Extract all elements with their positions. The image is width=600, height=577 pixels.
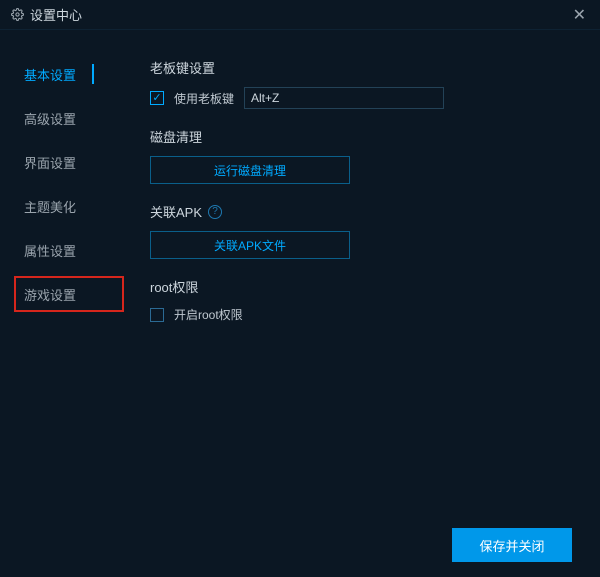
save-close-button[interactable]: 保存并关闭	[452, 528, 572, 562]
body: 基本设置 高级设置 界面设置 主题美化 属性设置 游戏设置 老板键设置 ✓	[0, 30, 600, 513]
content-panel: 老板键设置 ✓ 使用老板键 磁盘清理 运行磁盘清理 关联APK ? 关联APK文…	[114, 58, 576, 513]
apk-associate-button[interactable]: 关联APK文件	[150, 231, 350, 259]
boss-key-checkbox[interactable]: ✓	[150, 91, 164, 105]
section-title-apk: 关联APK	[150, 202, 202, 221]
section-apk: 关联APK ? 关联APK文件	[150, 202, 576, 259]
sidebar-item-advanced[interactable]: 高级设置	[24, 108, 76, 128]
titlebar: 设置中心 ✕	[0, 0, 600, 30]
help-icon[interactable]: ?	[208, 205, 222, 219]
window-title: 设置中心	[30, 5, 82, 24]
boss-key-checkbox-label: 使用老板键	[174, 90, 234, 107]
sidebar-item-attribute[interactable]: 属性设置	[24, 240, 76, 260]
sidebar-item-basic[interactable]: 基本设置	[24, 64, 76, 84]
section-title-root: root权限	[150, 277, 576, 296]
section-boss-key: 老板键设置 ✓ 使用老板键	[150, 58, 576, 109]
gear-icon	[10, 8, 24, 22]
sidebar-item-theme[interactable]: 主题美化	[24, 196, 76, 216]
sidebar: 基本设置 高级设置 界面设置 主题美化 属性设置 游戏设置	[24, 58, 114, 513]
boss-key-input[interactable]	[244, 87, 444, 109]
section-disk-clean: 磁盘清理 运行磁盘清理	[150, 127, 576, 184]
close-icon[interactable]: ✕	[569, 5, 590, 25]
footer: 保存并关闭	[0, 513, 600, 577]
sidebar-item-game-highlight: 游戏设置	[14, 276, 124, 312]
sidebar-item-game[interactable]: 游戏设置	[24, 284, 76, 304]
section-root: root权限 开启root权限	[150, 277, 576, 323]
root-checkbox[interactable]	[150, 308, 164, 322]
section-title-boss-key: 老板键设置	[150, 58, 576, 77]
settings-window: 设置中心 ✕ 基本设置 高级设置 界面设置 主题美化 属性设置 游戏设置	[0, 0, 600, 577]
sidebar-item-ui[interactable]: 界面设置	[24, 152, 76, 172]
section-title-disk-clean: 磁盘清理	[150, 127, 576, 146]
disk-clean-button[interactable]: 运行磁盘清理	[150, 156, 350, 184]
root-checkbox-label: 开启root权限	[174, 306, 243, 323]
